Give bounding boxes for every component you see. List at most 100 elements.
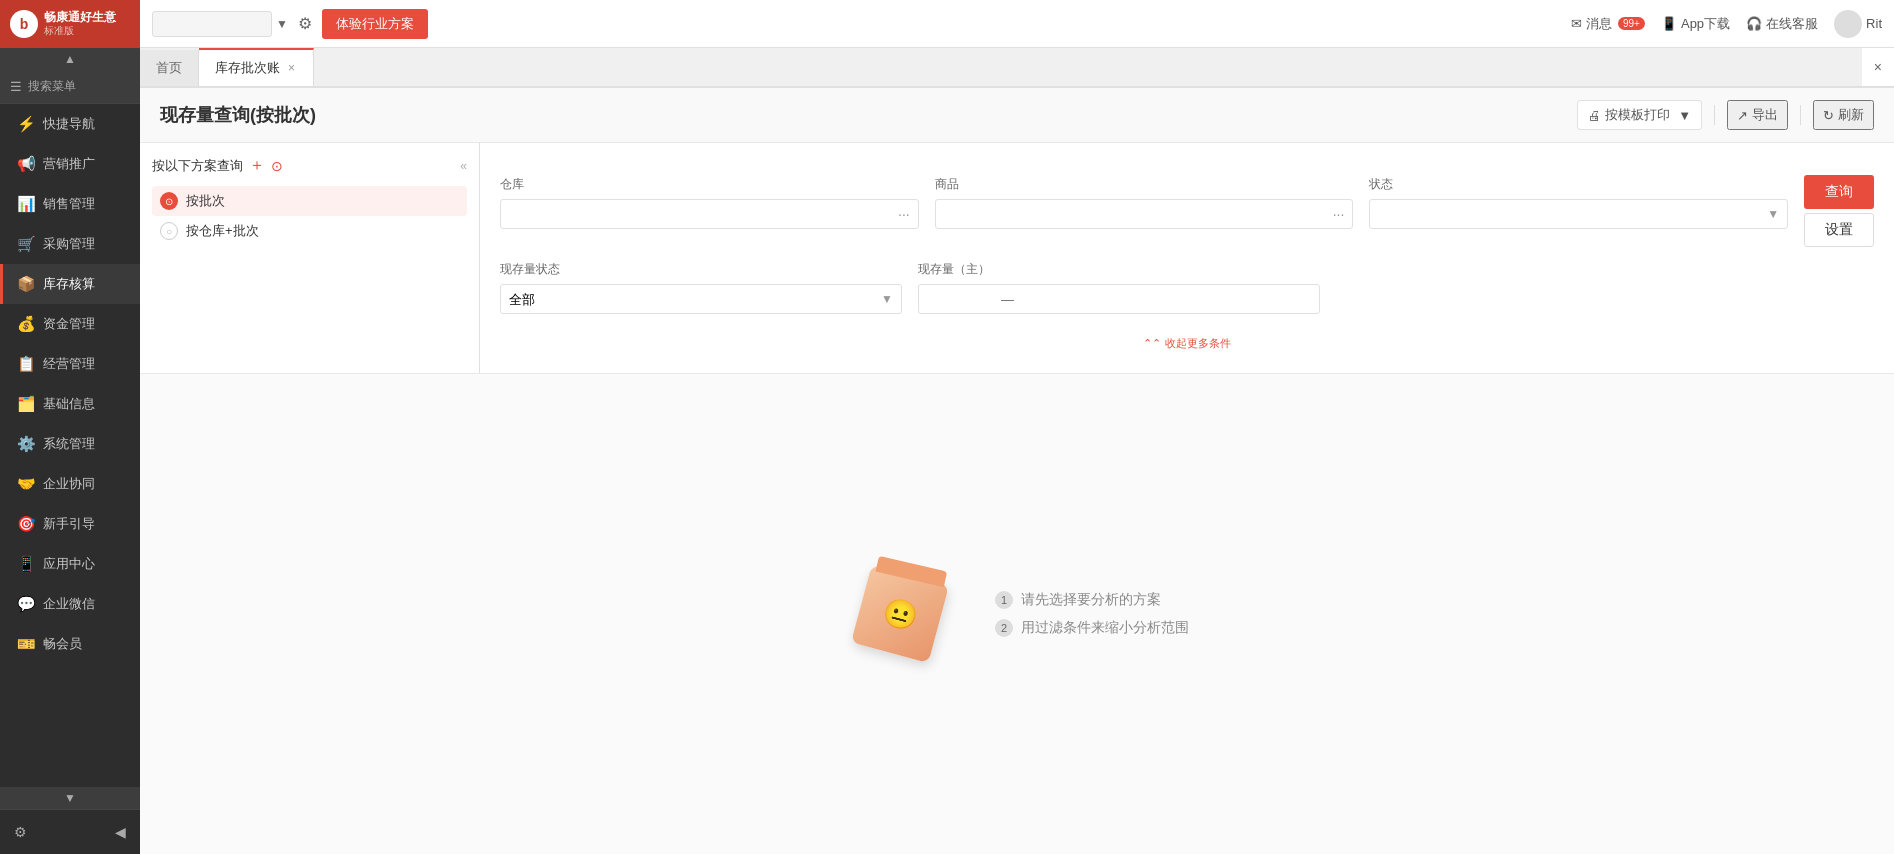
inventory-status-chevron-icon: ▼	[881, 292, 893, 306]
status-select[interactable]: 全部 正常 停用	[1378, 206, 1763, 221]
add-scheme-button[interactable]: ＋	[249, 155, 265, 176]
inventory-status-select-wrap[interactable]: 全部 ▼	[500, 284, 902, 314]
sidebar-item-marketing[interactable]: 📢 营销推广	[0, 144, 140, 184]
settings-footer-button[interactable]: ⚙	[10, 820, 31, 844]
sidebar: b 畅康通好生意 标准版 ▲ ☰ 搜索菜单 ⚡ 快捷导航 📢 营销推广 📊 销售…	[0, 0, 140, 854]
scroll-up-arrow[interactable]: ▲	[0, 48, 140, 70]
empty-face-icon: 😐	[879, 594, 921, 635]
page-title: 现存量查询(按批次)	[160, 103, 316, 127]
topbar-chevron-icon[interactable]: ▼	[276, 17, 288, 31]
export-button[interactable]: ↗ 导出	[1727, 100, 1788, 130]
refresh-button[interactable]: ↻ 刷新	[1813, 100, 1874, 130]
sidebar-item-label: 经营管理	[43, 355, 95, 373]
sidebar-item-inventory[interactable]: 📦 库存核算	[0, 264, 140, 304]
header-divider	[1714, 105, 1715, 125]
scheme-item-warehouse-batch[interactable]: ○ 按仓库+批次	[152, 216, 467, 246]
app-download-button[interactable]: 📱 App下载	[1661, 15, 1730, 33]
inventory-icon: 📦	[17, 275, 35, 293]
sidebar-item-sales[interactable]: 📊 销售管理	[0, 184, 140, 224]
sales-icon: 📊	[17, 195, 35, 213]
sidebar-item-label: 企业协同	[43, 475, 95, 493]
scheme-item-batch[interactable]: ⊙ 按批次	[152, 186, 467, 216]
collapse-left-panel-icon[interactable]: «	[460, 159, 467, 173]
query-buttons-group: 查询 设置	[1804, 157, 1874, 247]
sidebar-item-purchase[interactable]: 🛒 采购管理	[0, 224, 140, 264]
inventory-main-label: 现存量（主）	[918, 261, 1320, 278]
sidebar-search-label: 搜索菜单	[28, 78, 76, 95]
empty-tip-1: 1 请先选择要分析的方案	[995, 591, 1189, 609]
sidebar-item-finance[interactable]: 💰 资金管理	[0, 304, 140, 344]
empty-tips: 1 请先选择要分析的方案 2 用过滤条件来缩小分析范围	[995, 591, 1189, 637]
warehouse-input-wrap[interactable]: ···	[500, 199, 919, 229]
query-button[interactable]: 查询	[1804, 175, 1874, 209]
tip-num-2: 2	[995, 619, 1013, 637]
warehouse-input[interactable]	[509, 206, 894, 221]
tab-close-icon[interactable]: ×	[286, 59, 297, 77]
warehouse-field: 仓库 ···	[500, 176, 919, 229]
tip-num-1: 1	[995, 591, 1013, 609]
app-version: 标准版	[44, 24, 116, 38]
page-content: 现存量查询(按批次) 🖨 按模板打印 ▼ ↗ 导出 ↻ 刷新	[140, 88, 1894, 854]
product-input-wrap[interactable]: ···	[935, 199, 1354, 229]
purchase-icon: 🛒	[17, 235, 35, 253]
tab-bar-close-button[interactable]: ×	[1862, 48, 1894, 86]
empty-tip-2: 2 用过滤条件来缩小分析范围	[995, 619, 1189, 637]
template-print-button[interactable]: 🖨 按模板打印 ▼	[1577, 100, 1702, 130]
messages-button[interactable]: ✉ 消息 99+	[1571, 15, 1645, 33]
sidebar-item-wechat[interactable]: 💬 企业微信	[0, 584, 140, 624]
scheme-settings-icon[interactable]: ⊙	[271, 158, 283, 174]
collapse-sidebar-button[interactable]: ◀	[111, 820, 130, 844]
empty-box-shape: 😐	[851, 565, 949, 663]
scroll-down-arrow[interactable]: ▼	[0, 787, 140, 809]
topbar-search-input[interactable]	[152, 11, 272, 37]
finance-icon: 💰	[17, 315, 35, 333]
sidebar-item-appcenter[interactable]: 📱 应用中心	[0, 544, 140, 584]
cta-button[interactable]: 体验行业方案	[322, 9, 428, 39]
search-icon: ☰	[10, 79, 22, 94]
inventory-main-range-wrap[interactable]: —	[918, 284, 1320, 314]
tab-home[interactable]: 首页	[140, 50, 199, 86]
inventory-main-from-input[interactable]	[927, 292, 997, 307]
sidebar-item-label: 应用中心	[43, 555, 95, 573]
sidebar-nav: ⚡ 快捷导航 📢 营销推广 📊 销售管理 🛒 采购管理 📦 库存核算 💰 资金管…	[0, 104, 140, 787]
app-download-label: App下载	[1681, 15, 1730, 33]
sidebar-item-system[interactable]: ⚙️ 系统管理	[0, 424, 140, 464]
refresh-icon: ↻	[1823, 108, 1834, 123]
topbar-left: ▼ ⚙ 体验行业方案	[152, 9, 1563, 39]
product-field: 商品 ···	[935, 176, 1354, 229]
tab-inventory-batch[interactable]: 库存批次账 ×	[199, 48, 314, 86]
online-support-button[interactable]: 🎧 在线客服	[1746, 15, 1818, 33]
product-dots-button[interactable]: ···	[1333, 206, 1345, 222]
sidebar-search[interactable]: ☰ 搜索菜单	[0, 70, 140, 104]
sidebar-item-basic[interactable]: 🗂️ 基础信息	[0, 384, 140, 424]
refresh-label: 刷新	[1838, 106, 1864, 124]
sidebar-item-operation[interactable]: 📋 经营管理	[0, 344, 140, 384]
inventory-main-to-input[interactable]	[1018, 292, 1088, 307]
sidebar-item-label: 基础信息	[43, 395, 95, 413]
filter-left-header: 按以下方案查询 ＋ ⊙ «	[152, 155, 467, 176]
collapse-more-label: 收起更多条件	[1165, 336, 1231, 351]
sidebar-item-label: 快捷导航	[43, 115, 95, 133]
user-profile[interactable]: Rit	[1834, 10, 1882, 38]
page-header: 现存量查询(按批次) 🖨 按模板打印 ▼ ↗ 导出 ↻ 刷新	[140, 88, 1894, 143]
quick-nav-icon: ⚡	[17, 115, 35, 133]
inventory-status-select[interactable]: 全部	[509, 292, 877, 307]
status-field: 状态 全部 正常 停用 ▼	[1369, 176, 1788, 229]
range-dash: —	[1001, 292, 1014, 307]
filter-settings-button[interactable]: 设置	[1804, 213, 1874, 247]
newbie-icon: 🎯	[17, 515, 35, 533]
topbar-gear-icon[interactable]: ⚙	[294, 10, 316, 37]
status-select-wrap[interactable]: 全部 正常 停用 ▼	[1369, 199, 1788, 229]
warehouse-dots-button[interactable]: ···	[898, 206, 910, 222]
app-logo: b	[10, 10, 38, 38]
sidebar-item-member[interactable]: 🎫 畅会员	[0, 624, 140, 664]
sidebar-item-label: 资金管理	[43, 315, 95, 333]
sidebar-item-quick-nav[interactable]: ⚡ 快捷导航	[0, 104, 140, 144]
sidebar-item-label: 营销推广	[43, 155, 95, 173]
sidebar-item-newbie[interactable]: 🎯 新手引导	[0, 504, 140, 544]
sidebar-item-enterprise[interactable]: 🤝 企业协同	[0, 464, 140, 504]
sidebar-item-label: 系统管理	[43, 435, 95, 453]
collapse-more-button[interactable]: ⌃⌃ 收起更多条件	[500, 328, 1874, 359]
product-input[interactable]	[944, 206, 1329, 221]
filter-left-panel: 按以下方案查询 ＋ ⊙ « ⊙ 按批次 ○ 按仓库+批次	[140, 143, 480, 373]
